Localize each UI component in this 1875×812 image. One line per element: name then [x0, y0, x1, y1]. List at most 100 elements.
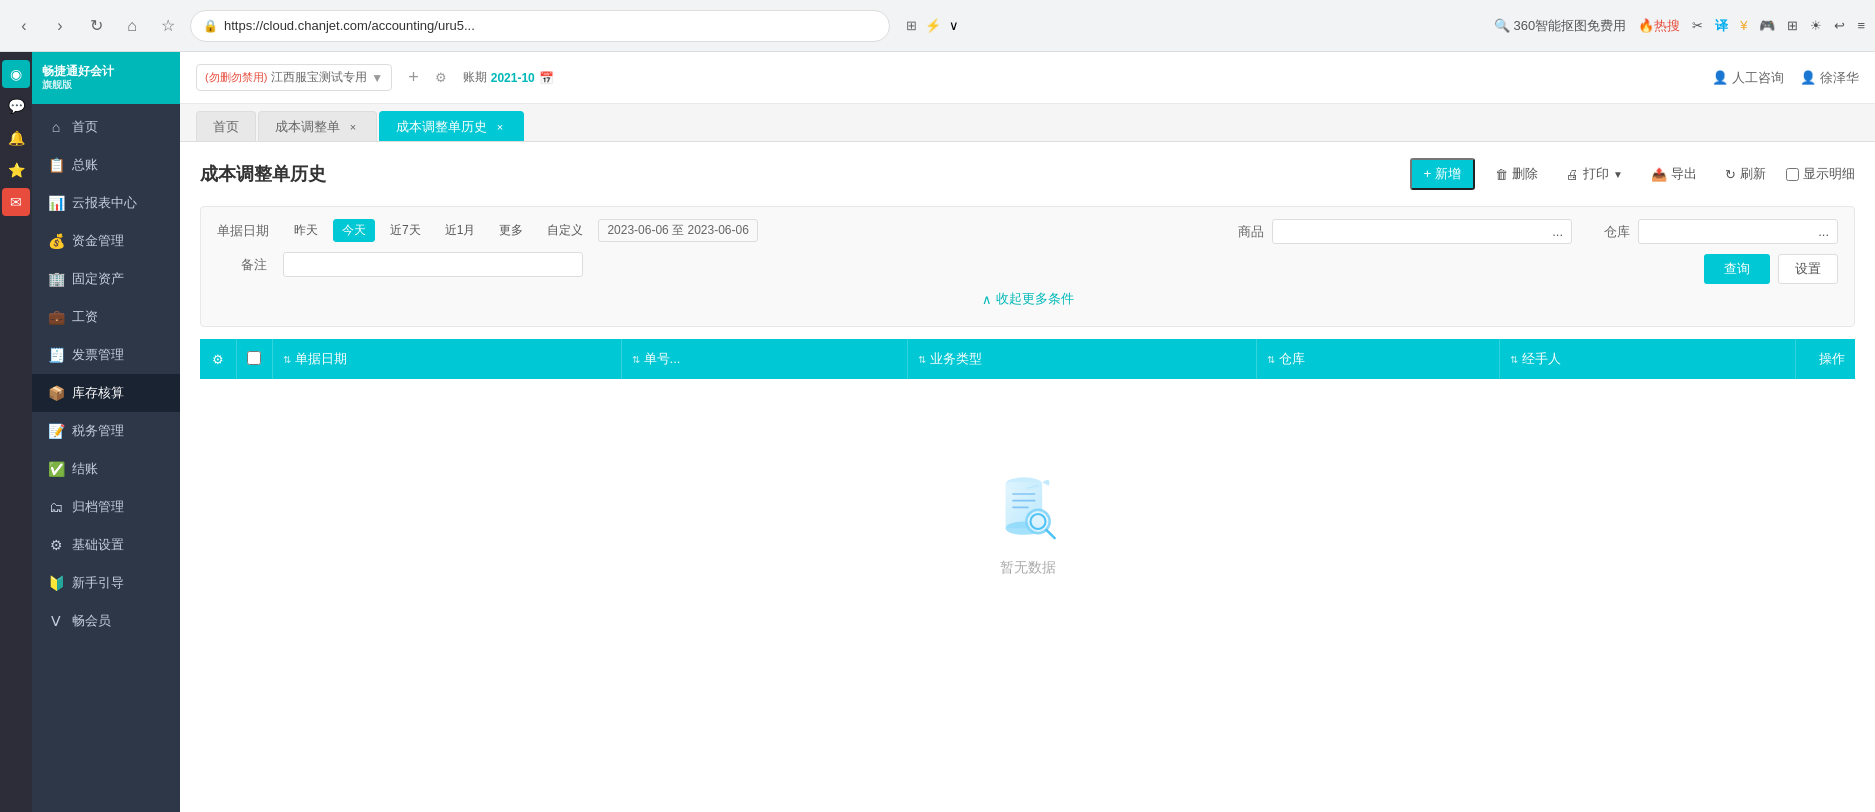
browser-refresh-btn[interactable]: ↻ [82, 12, 110, 40]
settings-icon[interactable]: ⚙ [435, 70, 447, 85]
remark-input[interactable] [283, 252, 583, 277]
nav-icon-fixed-assets: 🏢 [48, 271, 64, 287]
page-actions: + 新增 🗑 删除 🖨 打印 ▼ 📤 导出 ↻ [1410, 158, 1855, 190]
browser-game-tool[interactable]: 🎮 [1759, 18, 1775, 33]
company-selector[interactable]: (勿删勿禁用) 江西服宝测试专用 ▼ [196, 64, 392, 91]
select-all-checkbox[interactable] [247, 351, 261, 365]
collapse-btn[interactable]: ∧ 收起更多条件 [217, 284, 1838, 314]
calendar-icon[interactable]: 📅 [539, 71, 554, 85]
browser-wallet-tool[interactable]: ¥ [1740, 18, 1747, 33]
goods-select[interactable]: ... [1272, 219, 1572, 244]
icon-bar-bell[interactable]: 🔔 [2, 124, 30, 152]
sidebar-item-reports[interactable]: 📊云报表中心 [32, 184, 180, 222]
user-avatar[interactable]: 👤 徐泽华 [1800, 69, 1859, 87]
sidebar-item-home[interactable]: ⌂首页 [32, 108, 180, 146]
add-company-btn[interactable]: + [408, 67, 419, 88]
last1month-btn[interactable]: 近1月 [436, 219, 485, 242]
app-logo-sub: 旗舰版 [42, 78, 114, 92]
icon-bar-chat[interactable]: 💬 [2, 92, 30, 120]
th-settings[interactable]: ⚙ [200, 339, 236, 379]
more-btn[interactable]: 更多 [490, 219, 532, 242]
th-operator[interactable]: ⇅ 经手人 [1499, 339, 1795, 379]
sidebar-item-salary[interactable]: 💼工资 [32, 298, 180, 336]
browser-search-tool[interactable]: 🔍 360智能抠图免费用 [1494, 17, 1626, 35]
delete-btn[interactable]: 🗑 删除 [1487, 161, 1546, 187]
tab-cost-adjust-history[interactable]: 成本调整单历史× [379, 111, 524, 141]
refresh-icon: ↻ [1725, 167, 1736, 182]
browser-back-btn[interactable]: ‹ [10, 12, 38, 40]
nav-icon-inventory: 📦 [48, 385, 64, 401]
icon-bar-message[interactable]: ✉ [2, 188, 30, 216]
th-checkbox[interactable] [236, 339, 272, 379]
browser-undo-tool[interactable]: ↩ [1834, 18, 1845, 33]
nav-icon-settings: ⚙ [48, 537, 64, 553]
nav-icon-membership: Ⅴ [48, 613, 64, 629]
filter-warehouse-label: 仓库 [1580, 223, 1630, 241]
column-settings-icon[interactable]: ⚙ [212, 352, 224, 367]
th-bill-date[interactable]: ⇅ 单据日期 [272, 339, 621, 379]
custom-btn[interactable]: 自定义 [538, 219, 592, 242]
th-bill-no[interactable]: ⇅ 单号... [621, 339, 908, 379]
sidebar-item-invoice[interactable]: 🧾发票管理 [32, 336, 180, 374]
browser-sun-tool[interactable]: ☀ [1810, 18, 1822, 33]
icon-bar: ◉ 💬 🔔 ⭐ ✉ [0, 52, 32, 812]
sidebar-label-membership: 畅会员 [72, 612, 111, 630]
th-biz-type[interactable]: ⇅ 业务类型 [908, 339, 1257, 379]
icon-bar-logo[interactable]: ◉ [2, 60, 30, 88]
headset-icon: 👤 [1712, 70, 1728, 85]
browser-cut-tool[interactable]: ✂ [1692, 18, 1703, 33]
th-ops: 操作 [1795, 339, 1855, 379]
yesterday-btn[interactable]: 昨天 [285, 219, 327, 242]
icon-bar-star[interactable]: ⭐ [2, 156, 30, 184]
filter-remark-label: 备注 [217, 256, 267, 274]
sidebar-item-checkout[interactable]: ✅结账 [32, 450, 180, 488]
tab-cost-adjust[interactable]: 成本调整单× [258, 111, 377, 141]
sidebar-item-funds[interactable]: 💰资金管理 [32, 222, 180, 260]
print-btn[interactable]: 🖨 打印 ▼ [1558, 161, 1631, 187]
table-body: 暂无数据 [200, 379, 1855, 657]
sidebar-item-ledger[interactable]: 📋总账 [32, 146, 180, 184]
browser-address-bar[interactable]: 🔒 https://cloud.chanjet.com/accounting/u… [190, 10, 890, 42]
settings-filter-btn[interactable]: 设置 [1778, 254, 1838, 284]
sidebar-item-settings[interactable]: ⚙基础设置 [32, 526, 180, 564]
sort-icon-left-4: ⇅ [1267, 354, 1275, 365]
sidebar-item-inventory[interactable]: 📦库存核算 [32, 374, 180, 412]
sidebar-item-fixed-assets[interactable]: 🏢固定资产 [32, 260, 180, 298]
export-btn[interactable]: 📤 导出 [1643, 161, 1705, 187]
show-detail-toggle[interactable]: 显示明细 [1786, 165, 1855, 183]
sidebar-item-tax[interactable]: 📝税务管理 [32, 412, 180, 450]
browser-grid-tool[interactable]: ⊞ [1787, 18, 1798, 33]
sort-icon-left-5: ⇅ [1510, 354, 1518, 365]
sidebar-label-guide: 新手引导 [72, 574, 124, 592]
th-warehouse[interactable]: ⇅ 仓库 [1257, 339, 1499, 379]
sidebar-label-tax: 税务管理 [72, 422, 124, 440]
browser-home-btn[interactable]: ⌂ [118, 12, 146, 40]
warehouse-dots[interactable]: ... [1818, 224, 1829, 239]
sidebar-item-membership[interactable]: Ⅴ 畅会员 [32, 602, 180, 640]
new-btn[interactable]: + 新增 [1410, 158, 1476, 190]
warehouse-select[interactable]: ... [1638, 219, 1838, 244]
collapse-chevron-icon: ∧ [982, 292, 992, 307]
show-detail-checkbox[interactable] [1786, 168, 1799, 181]
empty-state: 暂无数据 [200, 379, 1855, 657]
sidebar-item-archive[interactable]: 🗂归档管理 [32, 488, 180, 526]
date-range-display[interactable]: 2023-06-06 至 2023-06-06 [598, 219, 757, 242]
tab-close-cost-adjust-history[interactable]: × [493, 120, 507, 134]
last7days-btn[interactable]: 近7天 [381, 219, 430, 242]
browser-forward-btn[interactable]: › [46, 12, 74, 40]
goods-dots[interactable]: ... [1552, 224, 1563, 239]
browser-star-btn[interactable]: ☆ [154, 12, 182, 40]
customer-service-btn[interactable]: 👤 人工咨询 [1712, 69, 1784, 87]
sort-icon-left-3: ⇅ [918, 354, 926, 365]
query-btn[interactable]: 查询 [1704, 254, 1770, 284]
browser-translate-tool[interactable]: 译 [1715, 17, 1728, 35]
refresh-btn[interactable]: ↻ 刷新 [1717, 161, 1774, 187]
browser-menu-tool[interactable]: ≡ [1857, 18, 1865, 33]
filter-row-remark: 备注 [217, 252, 1174, 277]
sidebar-label-ledger: 总账 [72, 156, 98, 174]
period-value: 2021-10 [491, 71, 535, 85]
today-btn[interactable]: 今天 [333, 219, 375, 242]
tab-close-cost-adjust[interactable]: × [346, 120, 360, 134]
tab-home[interactable]: 首页 [196, 111, 256, 141]
sidebar-item-guide[interactable]: 🔰新手引导 [32, 564, 180, 602]
